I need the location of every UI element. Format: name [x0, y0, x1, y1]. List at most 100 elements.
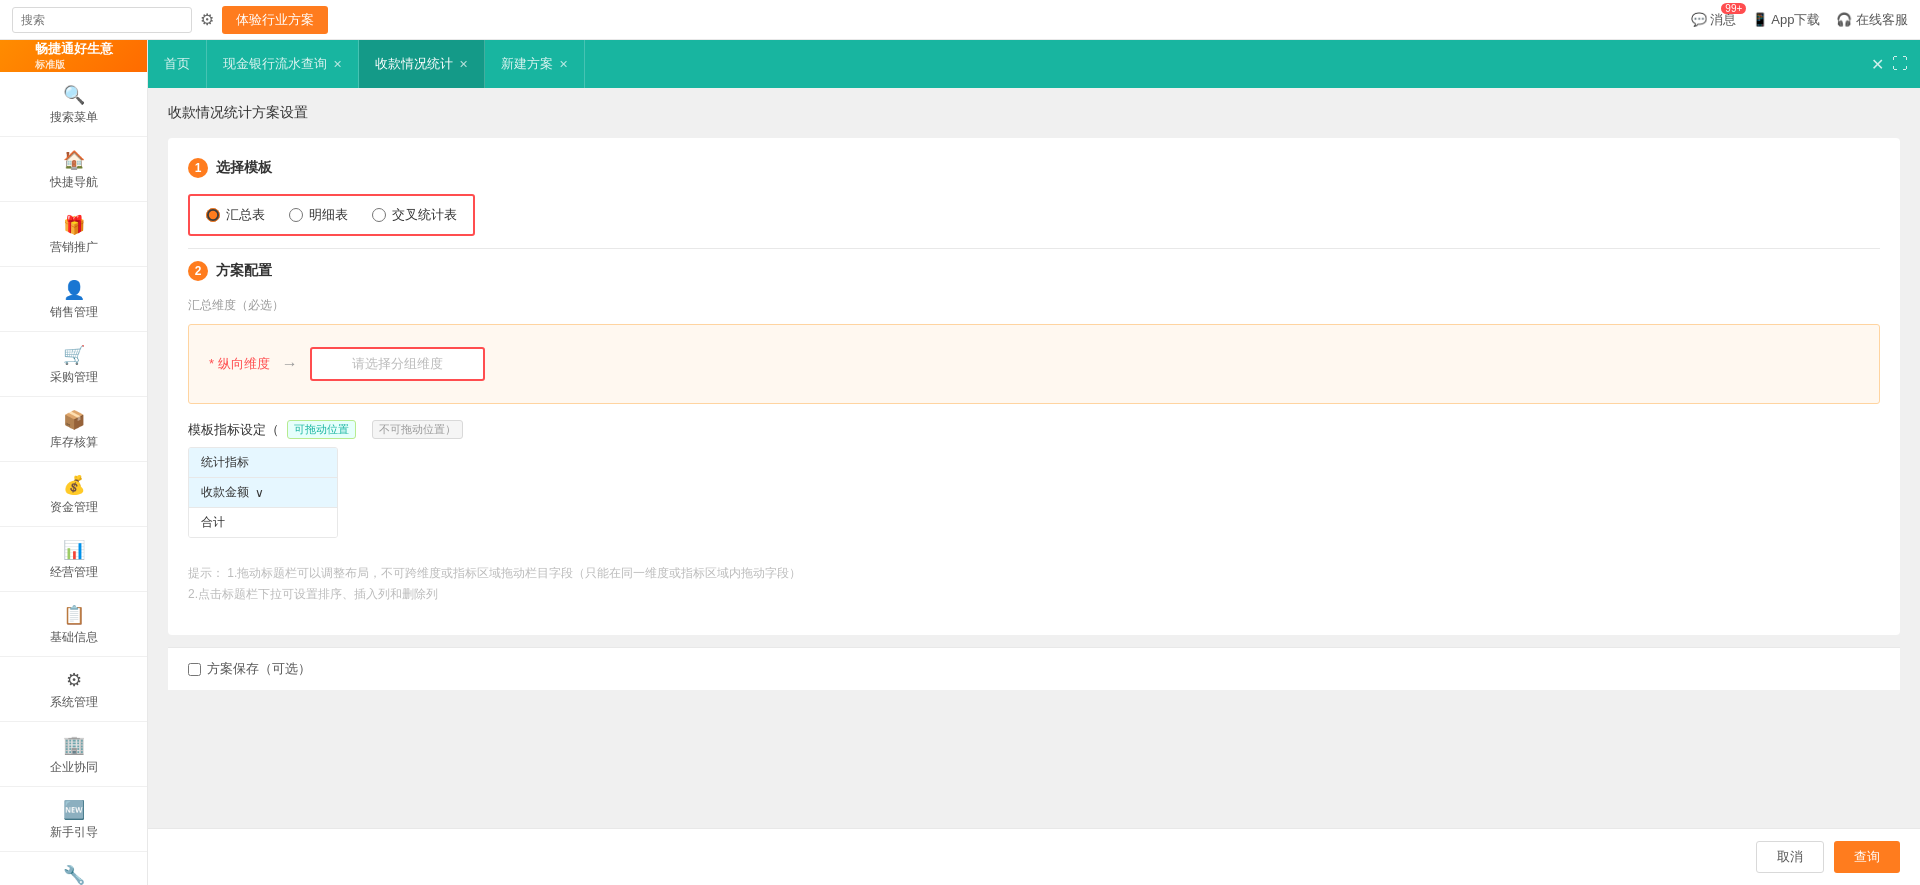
tab-bank-flow-close[interactable]: ✕	[333, 58, 342, 71]
tab-close-btn[interactable]: ✕	[1871, 55, 1884, 74]
radio-summary[interactable]: 汇总表	[206, 206, 265, 224]
footer-btns: 取消 查询	[148, 828, 1920, 885]
sidebar-item-marketing[interactable]: 🎁 营销推广	[0, 202, 147, 267]
section2-title: 方案配置	[216, 262, 272, 280]
sidebar-item-basic-info[interactable]: 📋 基础信息	[0, 592, 147, 657]
save-checkbox-label[interactable]: 方案保存（可选）	[188, 660, 311, 678]
metric-dropdown-icon[interactable]: ∨	[255, 486, 264, 500]
section-separator	[188, 248, 1880, 249]
sidebar-label-system: 系统管理	[50, 694, 98, 711]
tips-section: 提示： 1.拖动标题栏可以调整布局，不可跨维度或指标区域拖动栏目字段（只能在同一…	[188, 557, 1880, 615]
metric-header: 模板指标设定（ 可拖动位置 不可拖动位置）	[188, 420, 1880, 439]
dimension-arrow: →	[282, 355, 298, 373]
vertical-label: * 纵向维度	[209, 355, 270, 373]
sidebar-item-system[interactable]: ⚙ 系统管理	[0, 657, 147, 722]
cancel-button[interactable]: 取消	[1756, 841, 1824, 873]
template-select-group: 汇总表 明细表 交叉统计表	[188, 194, 475, 236]
movable-tag: 可拖动位置	[287, 420, 356, 439]
subtotal-cell: 合计	[189, 508, 337, 537]
sidebar-label-basic-info: 基础信息	[50, 629, 98, 646]
purchase-icon: 🛒	[63, 344, 85, 366]
section1-title: 选择模板	[216, 159, 272, 177]
top-bar-right: 💬 消息 99+ 📱 App下载 🎧 在线客服	[1691, 11, 1908, 29]
sidebar-label-sales: 销售管理	[50, 304, 98, 321]
metric-tag-label: 收款金额	[201, 484, 249, 501]
tab-expand-btn[interactable]: ⛶	[1892, 55, 1908, 73]
sidebar-item-hardware[interactable]: 🔧 智能硬件	[0, 852, 147, 885]
radio-summary-input[interactable]	[206, 208, 220, 222]
tab-payment-stats-label: 收款情况统计	[375, 55, 453, 73]
save-section: 方案保存（可选）	[168, 647, 1900, 690]
search-input[interactable]	[12, 7, 192, 33]
tab-new-plan[interactable]: 新建方案 ✕	[485, 40, 585, 88]
top-bar-left: ⚙ 体验行业方案	[12, 6, 328, 34]
radio-summary-label: 汇总表	[226, 206, 265, 224]
radio-detail[interactable]: 明细表	[289, 206, 348, 224]
enterprise-icon: 🏢	[63, 734, 85, 756]
save-checkbox-text: 方案保存（可选）	[207, 660, 311, 678]
sidebar-item-enterprise[interactable]: 🏢 企业协同	[0, 722, 147, 787]
radio-detail-label: 明细表	[309, 206, 348, 224]
dimension-select[interactable]: 请选择分组维度	[310, 347, 485, 381]
section1-header: 1 选择模板	[188, 158, 1880, 178]
sidebar-label-quick-nav: 快捷导航	[50, 174, 98, 191]
sales-icon: 👤	[63, 279, 85, 301]
sidebar-label-search-menu: 搜索菜单	[50, 109, 98, 126]
vertical-dimension-row: * 纵向维度 → 请选择分组维度	[209, 347, 485, 381]
sidebar-item-operation[interactable]: 📊 经营管理	[0, 527, 147, 592]
sidebar-label-marketing: 营销推广	[50, 239, 98, 256]
support-label: 在线客服	[1856, 12, 1908, 27]
sidebar-item-guide[interactable]: 🆕 新手引导	[0, 787, 147, 852]
message-count: 99+	[1721, 3, 1746, 14]
metric-table-area: 统计指标 收款金额 ∨ 合计	[188, 447, 338, 538]
sidebar-label-operation: 经营管理	[50, 564, 98, 581]
logo-text: 畅捷通好生意	[35, 40, 113, 58]
app-download[interactable]: 📱 App下载	[1752, 11, 1820, 29]
sidebar-label-purchase: 采购管理	[50, 369, 98, 386]
sidebar-item-inventory[interactable]: 📦 库存核算	[0, 397, 147, 462]
tab-new-plan-label: 新建方案	[501, 55, 553, 73]
tab-bar-actions: ✕ ⛶	[1871, 55, 1920, 74]
sidebar-item-finance[interactable]: 💰 资金管理	[0, 462, 147, 527]
inventory-icon: 📦	[63, 409, 85, 431]
sidebar-item-search-menu[interactable]: 🔍 搜索菜单	[0, 72, 147, 137]
dimension-group-label: 汇总维度（必选）	[188, 297, 1880, 314]
download-icon: 📱	[1752, 12, 1768, 27]
sidebar-item-quick-nav[interactable]: 🏠 快捷导航	[0, 137, 147, 202]
trial-btn[interactable]: 体验行业方案	[222, 6, 328, 34]
message-badge[interactable]: 💬 消息 99+	[1691, 11, 1737, 29]
marketing-icon: 🎁	[63, 214, 85, 236]
sidebar-label-enterprise: 企业协同	[50, 759, 98, 776]
metric-tag-row[interactable]: 收款金额 ∨	[189, 478, 337, 508]
tab-bank-flow[interactable]: 现金银行流水查询 ✕	[207, 40, 359, 88]
tab-payment-stats[interactable]: 收款情况统计 ✕	[359, 40, 485, 88]
page-title: 收款情况统计方案设置	[168, 104, 1900, 122]
sidebar-label-guide: 新手引导	[50, 824, 98, 841]
radio-detail-input[interactable]	[289, 208, 303, 222]
search-menu-icon: 🔍	[63, 84, 85, 106]
gear-icon[interactable]: ⚙	[200, 10, 214, 29]
tab-payment-stats-close[interactable]: ✕	[459, 58, 468, 71]
message-label: 消息	[1710, 12, 1736, 27]
radio-cross-input[interactable]	[372, 208, 386, 222]
tip-1: 提示： 1.拖动标题栏可以调整布局，不可跨维度或指标区域拖动栏目字段（只能在同一…	[188, 565, 1880, 582]
dimension-area: * 纵向维度 → 请选择分组维度	[188, 324, 1880, 404]
main-card: 1 选择模板 汇总表 明细表	[168, 138, 1900, 635]
sidebar-label-inventory: 库存核算	[50, 434, 98, 451]
save-checkbox-input[interactable]	[188, 663, 201, 676]
online-support[interactable]: 🎧 在线客服	[1836, 11, 1908, 29]
tab-home-label: 首页	[164, 55, 190, 73]
tab-home[interactable]: 首页	[148, 40, 207, 88]
sidebar: 畅捷通好生意 标准版 🔍 搜索菜单 🏠 快捷导航 🎁 营销推广 👤 销售管理 🛒…	[0, 40, 148, 885]
tab-new-plan-close[interactable]: ✕	[559, 58, 568, 71]
radio-cross-label: 交叉统计表	[392, 206, 457, 224]
sidebar-item-sales[interactable]: 👤 销售管理	[0, 267, 147, 332]
message-icon: 💬	[1691, 12, 1707, 27]
tab-bar: 首页 现金银行流水查询 ✕ 收款情况统计 ✕ 新建方案 ✕ ✕ ⛶	[148, 40, 1920, 88]
query-button[interactable]: 查询	[1834, 841, 1900, 873]
operation-icon: 📊	[63, 539, 85, 561]
radio-cross[interactable]: 交叉统计表	[372, 206, 457, 224]
download-label: App下载	[1771, 12, 1820, 27]
metric-section: 模板指标设定（ 可拖动位置 不可拖动位置） 统计指标 收款金	[188, 420, 1880, 541]
sidebar-item-purchase[interactable]: 🛒 采购管理	[0, 332, 147, 397]
